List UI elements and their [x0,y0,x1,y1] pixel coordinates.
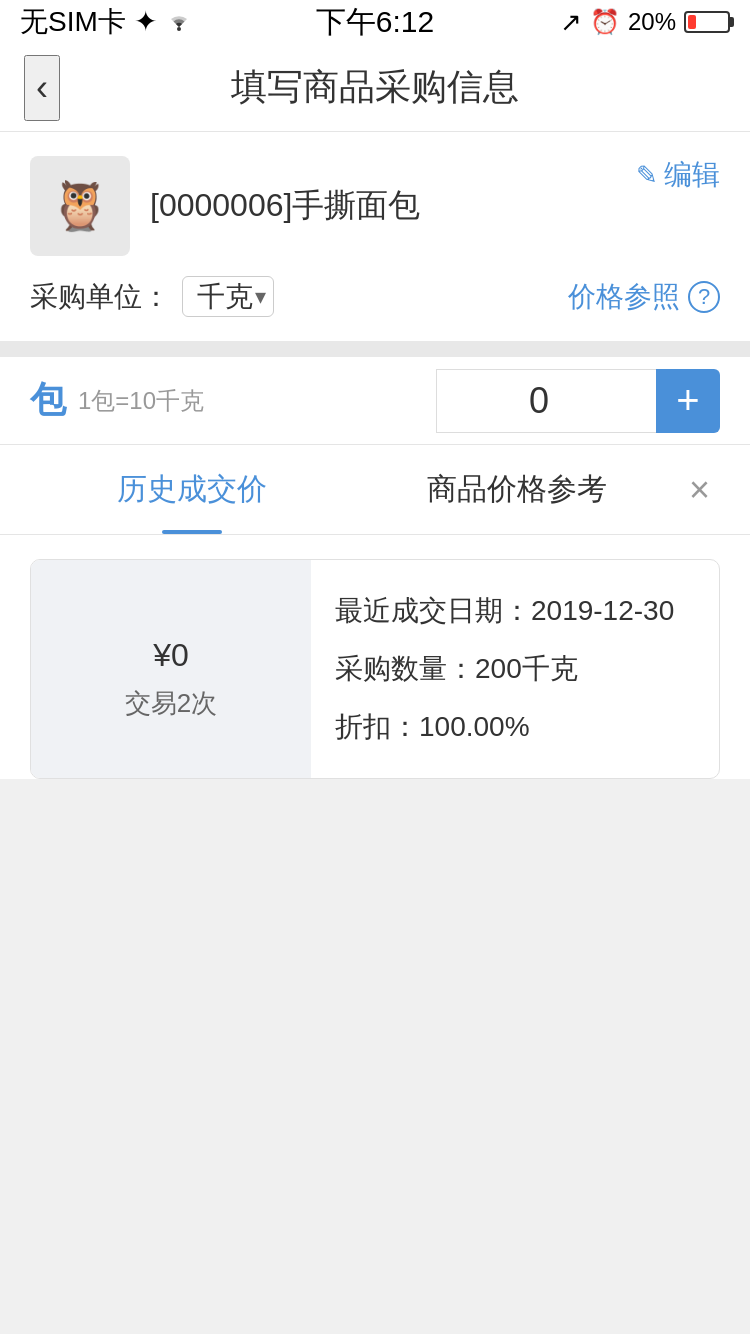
history-card-right: 最近成交日期：2019-12-30 采购数量：200千克 折扣：100.00% [311,560,719,778]
product-thumbnail: 🦉 [30,156,130,256]
price-ref-label: 价格参照 [568,278,680,316]
help-icon: ? [688,281,720,313]
edit-icon: ✎ [636,160,658,191]
quantity-detail-value: 200千克 [475,653,578,684]
tab-section: 历史成交价 商品价格参考 × ¥0 交易2次 最近成交日期：2019-12-30… [0,445,750,779]
unit-select-wrapper[interactable]: 千克 [182,276,274,317]
battery-icon [684,11,730,33]
alarm-icon: ⏰ [590,8,620,36]
quantity-plus-button[interactable]: + [656,369,720,433]
price-ref-button[interactable]: 价格参照 ? [568,278,720,316]
status-left: 无SIM卡 ✦ [20,3,193,41]
tab-close-button[interactable]: × [679,459,720,521]
battery-percent: 20% [628,8,676,36]
tab-header: 历史成交价 商品价格参考 × [0,445,750,535]
product-left: 🦉 [0000006]手撕面包 [30,156,420,256]
status-right: ↗ ⏰ 20% [560,7,730,38]
edit-button[interactable]: ✎ 编辑 [636,156,720,194]
unit-label: 采购单位： [30,278,170,316]
back-button[interactable]: ‹ [24,55,60,121]
currency-symbol: ¥ [153,637,171,673]
page-title: 填写商品采购信息 [231,63,519,112]
bottom-area [0,803,750,1334]
carrier-text: 无SIM卡 ✦ [20,3,157,41]
product-header: 🦉 [0000006]手撕面包 ✎ 编辑 [30,156,720,256]
product-info: [0000006]手撕面包 [150,184,420,228]
location-icon: ↗ [560,7,582,38]
quantity-input-group: + [436,369,720,433]
history-card-left: ¥0 交易2次 [31,560,311,778]
unit-conversion: 1包=10千克 [78,385,204,417]
recent-date-label: 最近成交日期： [335,595,531,626]
status-time: 下午6:12 [316,2,434,43]
wifi-icon [165,6,193,38]
tab-product-price-ref[interactable]: 商品价格参考 [354,445,678,534]
history-discount-row: 折扣：100.00% [335,706,695,748]
nav-bar: ‹ 填写商品采购信息 [0,44,750,132]
unit-select[interactable]: 千克 [182,276,274,317]
product-id: [0000006] [150,187,292,223]
history-date-row: 最近成交日期：2019-12-30 [335,590,695,632]
quantity-input[interactable] [436,369,656,433]
recent-date-value: 2019-12-30 [531,595,674,626]
unit-left: 采购单位： 千克 [30,276,274,317]
status-bar: 无SIM卡 ✦ 下午6:12 ↗ ⏰ 20% [0,0,750,44]
discount-label: 折扣： [335,711,419,742]
quantity-detail-label: 采购数量： [335,653,475,684]
history-card: ¥0 交易2次 最近成交日期：2019-12-30 采购数量：200千克 折扣：… [30,559,720,779]
product-name: [0000006]手撕面包 [150,187,420,223]
product-section: 🦉 [0000006]手撕面包 ✎ 编辑 采购单位： 千克 价格参照 [0,132,750,341]
product-unit-row: 采购单位： 千克 价格参照 ? [30,276,720,317]
tab-history-price[interactable]: 历史成交价 [30,445,354,534]
history-quantity-row: 采购数量：200千克 [335,648,695,690]
price-value: 0 [171,637,189,673]
svg-point-0 [177,27,181,31]
unit-bao-icon: 包 [30,376,66,425]
quantity-label: 包 1包=10千克 [30,376,204,425]
product-title: 手撕面包 [292,187,420,223]
product-logo-icon: 🦉 [50,178,110,234]
section-divider [0,341,750,357]
edit-label: 编辑 [664,156,720,194]
history-trades: 交易2次 [125,686,217,721]
history-price: ¥0 [153,618,189,678]
discount-value: 100.00% [419,711,530,742]
quantity-row: 包 1包=10千克 + [0,357,750,445]
